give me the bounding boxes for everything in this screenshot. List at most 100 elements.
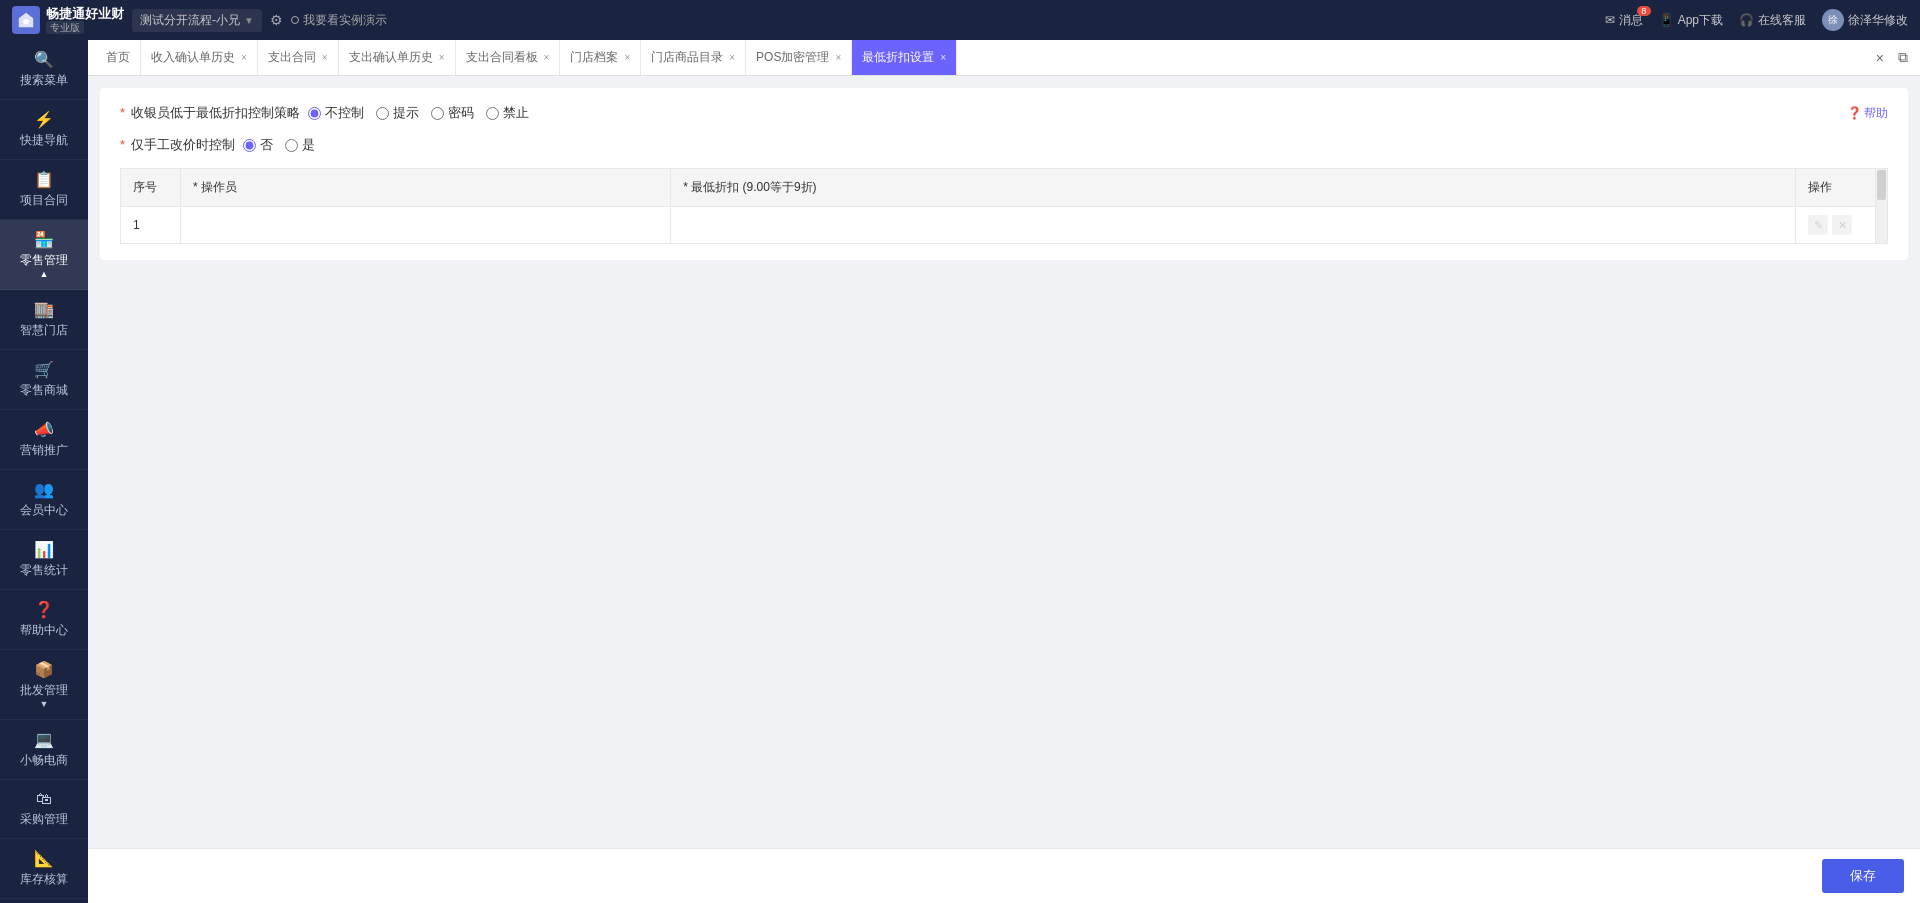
sidebar-item-member-center[interactable]: 👥 会员中心 (0, 470, 88, 530)
sidebar-item-funds-mgmt[interactable]: 💰 资金管理 (0, 899, 88, 903)
radio-no-control[interactable]: 不控制 (308, 104, 364, 122)
tab-close-icon[interactable]: × (439, 52, 445, 63)
header-left: 畅捷通好业财 专业版 测试分开流程-小兄 ▼ ⚙ 我要看实例演示 (12, 6, 387, 35)
stats-icon: 📊 (34, 540, 54, 559)
tab-expand-button[interactable]: ⧉ (1894, 47, 1912, 68)
tab-close-button[interactable]: × (1872, 48, 1888, 68)
headset-icon: 🎧 (1739, 13, 1754, 27)
svg-point-0 (23, 19, 28, 24)
main-layout: 🔍 搜索菜单 ⚡ 快捷导航 📋 项目合同 🏪 零售管理 ▲ 🏬 智慧门店 🛒 零… (0, 40, 1920, 903)
tab-income-confirm-history[interactable]: 收入确认单历史 × (141, 40, 258, 75)
tab-close-icon[interactable]: × (729, 52, 735, 63)
message-icon: ✉ (1605, 13, 1615, 27)
page-content: * 收银员低于最低折扣控制策略 不控制 提示 (88, 76, 1920, 848)
cashier-policy-row: * 收银员低于最低折扣控制策略 不控制 提示 (120, 104, 1888, 122)
table-row: 1 ✎ ✕ (121, 207, 1876, 244)
tab-payment-contract-board[interactable]: 支出合同看板 × (456, 40, 561, 75)
user-avatar-area[interactable]: 徐 徐泽华修改 (1822, 9, 1908, 31)
demo-link[interactable]: 我要看实例演示 (291, 12, 387, 29)
col-header-discount: * 最低折扣 (9.00等于9折) (671, 169, 1796, 207)
retail-icon: 🏪 (34, 230, 54, 249)
tab-close-icon[interactable]: × (624, 52, 630, 63)
help-link[interactable]: ❓ 帮助 (1847, 105, 1888, 122)
sidebar-item-smart-store[interactable]: 🏬 智慧门店 (0, 290, 88, 350)
col-header-no: 序号 (121, 169, 181, 207)
sidebar-item-retail-mgmt[interactable]: 🏪 零售管理 ▲ (0, 220, 88, 290)
settings-card: * 收银员低于最低折扣控制策略 不控制 提示 (100, 88, 1908, 260)
manual-price-row: * 仅手工改价时控制 否 是 (120, 136, 1888, 154)
app-download-action[interactable]: 📱 App下载 (1659, 12, 1723, 29)
search-icon: 🔍 (34, 50, 54, 69)
wholesale-icon: 📦 (34, 660, 54, 679)
cell-action: ✎ ✕ (1796, 207, 1876, 244)
sidebar-item-purchase-mgmt[interactable]: 🛍 采购管理 (0, 780, 88, 839)
cell-discount (671, 207, 1796, 244)
tab-min-discount[interactable]: 最低折扣设置 × (852, 40, 957, 75)
manual-price-label: * 仅手工改价时控制 (120, 136, 235, 154)
contract-icon: 📋 (34, 170, 54, 189)
scrollbar-thumb (1877, 170, 1886, 200)
discount-table: 序号 * 操作员 * 最低折扣 (9.00等于9折) 操作 (120, 168, 1876, 244)
tab-bar-actions: × ⧉ (1872, 47, 1912, 68)
sidebar-item-marketing[interactable]: 📣 营销推广 (0, 410, 88, 470)
action-icons: ✎ ✕ (1808, 215, 1863, 235)
radio-remind[interactable]: 提示 (376, 104, 419, 122)
header-right: ✉ 消息 8 📱 App下载 🎧 在线客服 徐 徐泽华修改 (1605, 9, 1908, 31)
cashier-policy-options: 不控制 提示 密码 禁 (308, 104, 529, 122)
tab-close-icon[interactable]: × (322, 52, 328, 63)
sidebar-item-retail-stats[interactable]: 📊 零售统计 (0, 530, 88, 590)
header-settings-icon[interactable]: ⚙ (270, 12, 283, 28)
table-row-container: 序号 * 操作员 * 最低折扣 (9.00等于9折) 操作 (120, 168, 1888, 244)
discount-table-container: 序号 * 操作员 * 最低折扣 (9.00等于9折) 操作 (120, 168, 1888, 244)
tab-store-products[interactable]: 门店商品目录 × (641, 40, 746, 75)
save-button[interactable]: 保存 (1822, 859, 1904, 893)
help-icon: ❓ (34, 600, 54, 619)
table-scrollbar[interactable] (1876, 168, 1888, 244)
ecommerce-icon: 💻 (34, 730, 54, 749)
sidebar-item-retail-mall[interactable]: 🛒 零售商城 (0, 350, 88, 410)
content-area: 首页 收入确认单历史 × 支出合同 × 支出确认单历史 × 支出合同看板 × 门… (88, 40, 1920, 903)
tab-pos-password[interactable]: POS加密管理 × (746, 40, 852, 75)
chevron-down-icon: ▼ (40, 699, 49, 709)
sidebar-item-search[interactable]: 🔍 搜索菜单 (0, 40, 88, 100)
cashier-policy-label: * 收银员低于最低折扣控制策略 (120, 104, 300, 122)
sidebar-item-quick-nav[interactable]: ⚡ 快捷导航 (0, 100, 88, 160)
top-header: 畅捷通好业财 专业版 测试分开流程-小兄 ▼ ⚙ 我要看实例演示 ✉ 消息 8 … (0, 0, 1920, 40)
sidebar-item-help-center[interactable]: ❓ 帮助中心 (0, 590, 88, 650)
delete-icon[interactable]: ✕ (1832, 215, 1852, 235)
download-icon: 📱 (1659, 13, 1674, 27)
tab-payment-confirm-history[interactable]: 支出确认单历史 × (339, 40, 456, 75)
project-selector[interactable]: 测试分开流程-小兄 ▼ (132, 9, 262, 32)
logo-area: 畅捷通好业财 专业版 (12, 6, 124, 35)
chevron-up-icon: ▲ (40, 269, 49, 279)
tab-payment-contract[interactable]: 支出合同 × (258, 40, 339, 75)
radio-forbid[interactable]: 禁止 (486, 104, 529, 122)
sidebar-item-project-contract[interactable]: 📋 项目合同 (0, 160, 88, 220)
sidebar-item-inventory[interactable]: 📐 库存核算 (0, 839, 88, 899)
logo-text: 畅捷通好业财 专业版 (46, 6, 124, 35)
radio-manual-no[interactable]: 否 (243, 136, 273, 154)
required-star: * (120, 105, 125, 120)
tab-bar: 首页 收入确认单历史 × 支出合同 × 支出确认单历史 × 支出合同看板 × 门… (88, 40, 1920, 76)
tab-close-icon[interactable]: × (241, 52, 247, 63)
customer-service-action[interactable]: 🎧 在线客服 (1739, 12, 1806, 29)
edit-icon[interactable]: ✎ (1808, 215, 1828, 235)
radio-manual-yes[interactable]: 是 (285, 136, 315, 154)
tab-close-icon[interactable]: × (835, 52, 841, 63)
store-icon: 🏬 (34, 300, 54, 319)
radio-password[interactable]: 密码 (431, 104, 474, 122)
logo-icon (12, 6, 40, 34)
demo-dot-icon (291, 16, 299, 24)
message-action[interactable]: ✉ 消息 8 (1605, 12, 1643, 29)
sidebar-item-wholesale-mgmt[interactable]: 📦 批发管理 ▼ (0, 650, 88, 720)
tab-home[interactable]: 首页 (96, 40, 141, 75)
tab-close-icon[interactable]: × (544, 52, 550, 63)
tab-close-icon[interactable]: × (940, 52, 946, 63)
mall-icon: 🛒 (34, 360, 54, 379)
inventory-icon: 📐 (34, 849, 54, 868)
sidebar-item-ecommerce[interactable]: 💻 小畅电商 (0, 720, 88, 780)
chevron-down-icon: ▼ (244, 15, 254, 26)
tab-store-archive[interactable]: 门店档案 × (560, 40, 641, 75)
quick-nav-icon: ⚡ (34, 110, 54, 129)
cell-no: 1 (121, 207, 181, 244)
